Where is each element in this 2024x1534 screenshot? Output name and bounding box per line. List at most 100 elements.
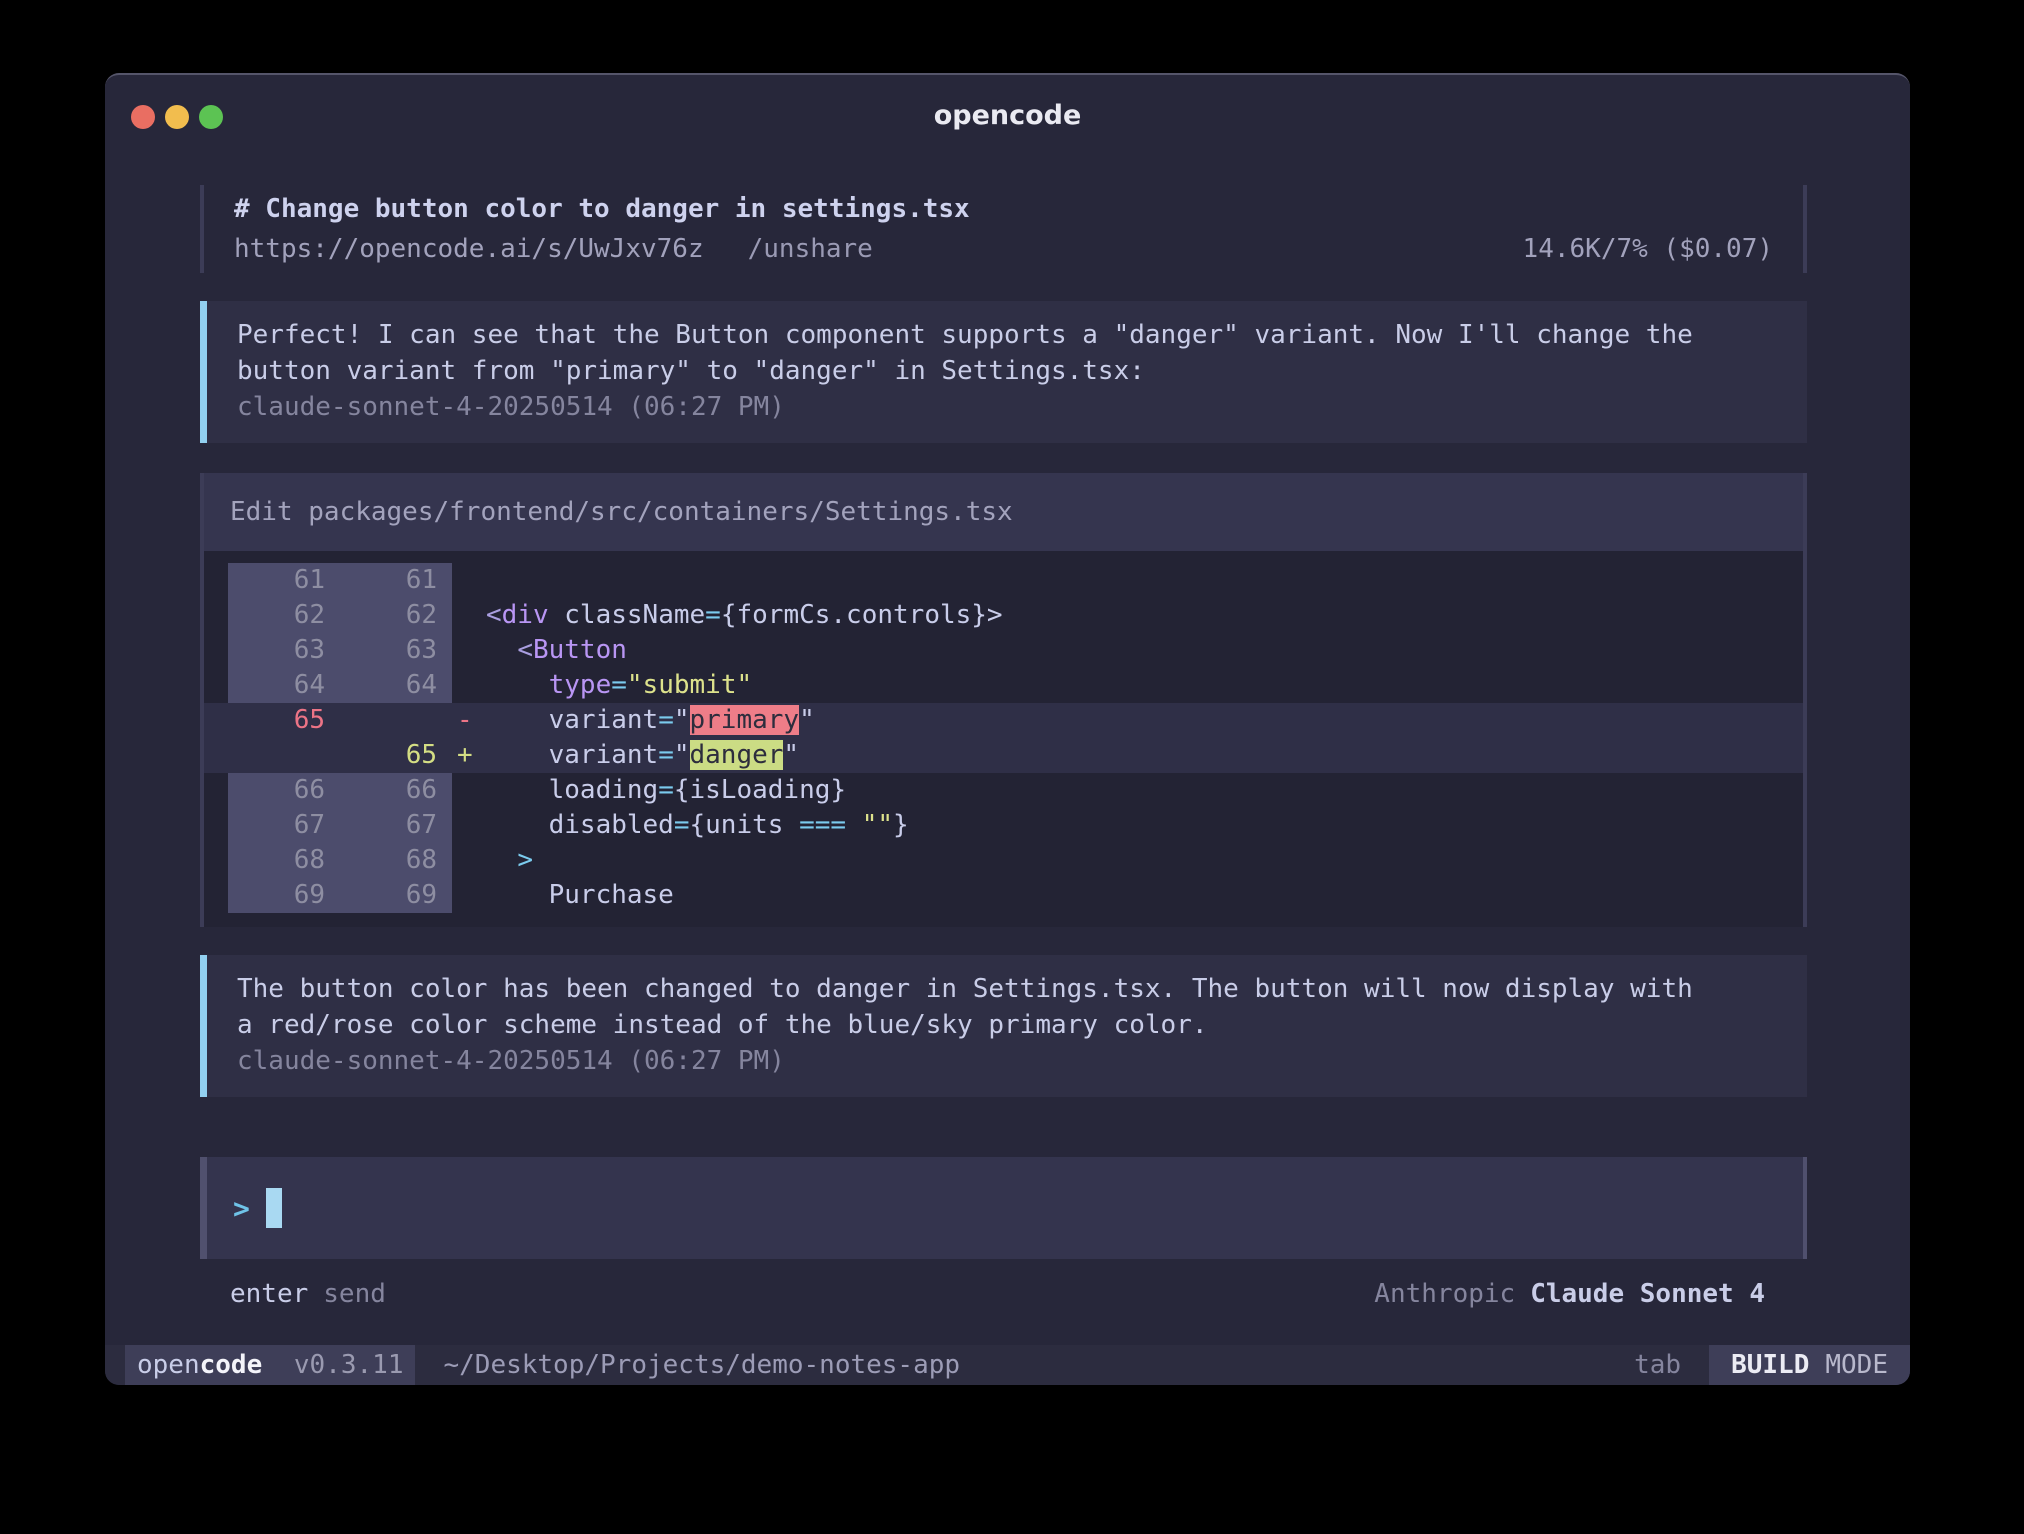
opencode-window: opencode # Change button color to danger… <box>105 73 1910 1385</box>
diff-old-lineno: 65 <box>228 703 340 738</box>
diff-old-lineno: 69 <box>228 878 340 913</box>
diff-row-pad <box>204 878 228 913</box>
minimize-button[interactable] <box>165 105 189 129</box>
code-token: {isLoading} <box>674 775 846 805</box>
code-token: "" <box>862 810 893 840</box>
code-token: " <box>783 740 799 770</box>
diff-old-lineno: 61 <box>228 563 340 598</box>
diff-marker <box>452 843 486 878</box>
mode-word: MODE <box>1825 1350 1888 1380</box>
code-token <box>486 670 549 700</box>
code-token: disabled <box>486 810 674 840</box>
prompt-input[interactable]: > <box>200 1157 1807 1259</box>
code-token: variant <box>486 705 658 735</box>
code-token: = <box>611 670 627 700</box>
unshare-command[interactable]: /unshare <box>748 229 873 269</box>
diff-row: 6969 Purchase <box>204 878 1803 913</box>
tab-key-hint: tab <box>1634 1350 1681 1380</box>
diff-row-pad <box>204 843 228 878</box>
code-token <box>486 635 517 665</box>
app-version-badge: opencode v0.3.11 <box>125 1345 415 1385</box>
diff-row: 6262 <div className={formCs.controls}> <box>204 598 1803 633</box>
window-title: opencode <box>934 86 1082 131</box>
diff-row: 65 - variant="primary" <box>204 703 1803 738</box>
prompt-symbol: > <box>233 1192 250 1225</box>
provider-label: Anthropic <box>1374 1279 1515 1309</box>
diff-code-line: type="submit" <box>486 668 752 703</box>
code-token: {formCs.controls}> <box>721 600 1003 630</box>
diff-rows: 61616262 <div className={formCs.controls}… <box>204 551 1803 927</box>
close-button[interactable] <box>131 105 155 129</box>
diff-marker <box>452 633 486 668</box>
code-token: = <box>705 600 721 630</box>
diff-marker <box>452 598 486 633</box>
diff-row-pad <box>204 808 228 843</box>
share-url-link[interactable]: https://opencode.ai/s/UwJxv76z <box>234 229 704 269</box>
diff-code-line: <div className={formCs.controls}> <box>486 598 1003 633</box>
code-token: " <box>799 705 815 735</box>
input-footer: enter send Anthropic Claude Sonnet 4 <box>200 1279 1807 1309</box>
diff-row: 6767 disabled={units === ""} <box>204 808 1803 843</box>
send-action-hint: send <box>323 1279 386 1309</box>
working-directory: ~/Desktop/Projects/demo-notes-app <box>443 1350 960 1380</box>
diff-code-line: disabled={units === ""} <box>486 808 909 843</box>
diff-marker <box>452 668 486 703</box>
zoom-button[interactable] <box>199 105 223 129</box>
diff-old-lineno: 66 <box>228 773 340 808</box>
app-name-code: code <box>200 1350 263 1380</box>
diff-row-pad <box>204 738 228 773</box>
diff-marker: - <box>452 703 486 738</box>
code-token: Purchase <box>486 880 674 910</box>
diff-row: 65+ variant="danger" <box>204 738 1803 773</box>
message-line: The button color has been changed to dan… <box>237 971 1779 1007</box>
traffic-lights <box>131 105 223 129</box>
code-token: " <box>674 740 690 770</box>
code-token: === <box>799 810 846 840</box>
diff-new-lineno: 64 <box>340 668 452 703</box>
diff-row: 6464 type="submit" <box>204 668 1803 703</box>
app-name-open: open <box>137 1350 200 1380</box>
app-version: v0.3.11 <box>294 1350 404 1380</box>
diff-code-line: variant="primary" <box>486 703 815 738</box>
text-cursor <box>266 1188 282 1228</box>
session-header: # Change button color to danger in setti… <box>200 185 1807 273</box>
code-token: " <box>674 705 690 735</box>
diff-old-lineno: 63 <box>228 633 340 668</box>
edit-tool-block: Edit packages/frontend/src/containers/Se… <box>200 473 1807 927</box>
diff-marker <box>452 563 486 598</box>
diff-new-lineno: 68 <box>340 843 452 878</box>
edit-file-header: Edit packages/frontend/src/containers/Se… <box>204 473 1803 551</box>
message-line: Perfect! I can see that the Button compo… <box>237 317 1779 353</box>
diff-marker <box>452 808 486 843</box>
code-token: div <box>502 600 549 630</box>
diff-code-line: > <box>486 843 533 878</box>
code-token <box>846 810 862 840</box>
diff-row: 6666 loading={isLoading} <box>204 773 1803 808</box>
message-line: a red/rose color scheme instead of the b… <box>237 1007 1779 1043</box>
status-bar: opencode v0.3.11 ~/Desktop/Projects/demo… <box>105 1345 1910 1385</box>
diff-new-lineno: 65 <box>340 738 452 773</box>
diff-new-lineno: 61 <box>340 563 452 598</box>
diff-row: 6161 <box>204 563 1803 598</box>
diff-code-line: Purchase <box>486 878 674 913</box>
diff-code-line: <Button <box>486 633 627 668</box>
diff-marker <box>452 878 486 913</box>
assistant-message-2: The button color has been changed to dan… <box>200 955 1807 1097</box>
diff-new-lineno: 62 <box>340 598 452 633</box>
code-token: } <box>893 810 909 840</box>
diff-new-lineno: 66 <box>340 773 452 808</box>
diff-old-lineno: 62 <box>228 598 340 633</box>
diff-row-pad <box>204 598 228 633</box>
code-token: "submit" <box>627 670 752 700</box>
diff-row-pad <box>204 668 228 703</box>
diff-new-lineno <box>340 703 452 738</box>
assistant-message-1: Perfect! I can see that the Button compo… <box>200 301 1807 443</box>
diff-old-lineno: 64 <box>228 668 340 703</box>
enter-key-hint: enter <box>230 1279 308 1309</box>
model-timestamp: claude-sonnet-4-20250514 (06:27 PM) <box>237 389 1779 425</box>
diff-row-pad <box>204 703 228 738</box>
code-token <box>486 845 517 875</box>
code-token: className <box>549 600 706 630</box>
code-token: = <box>658 740 674 770</box>
diff-row: 6868 > <box>204 843 1803 878</box>
